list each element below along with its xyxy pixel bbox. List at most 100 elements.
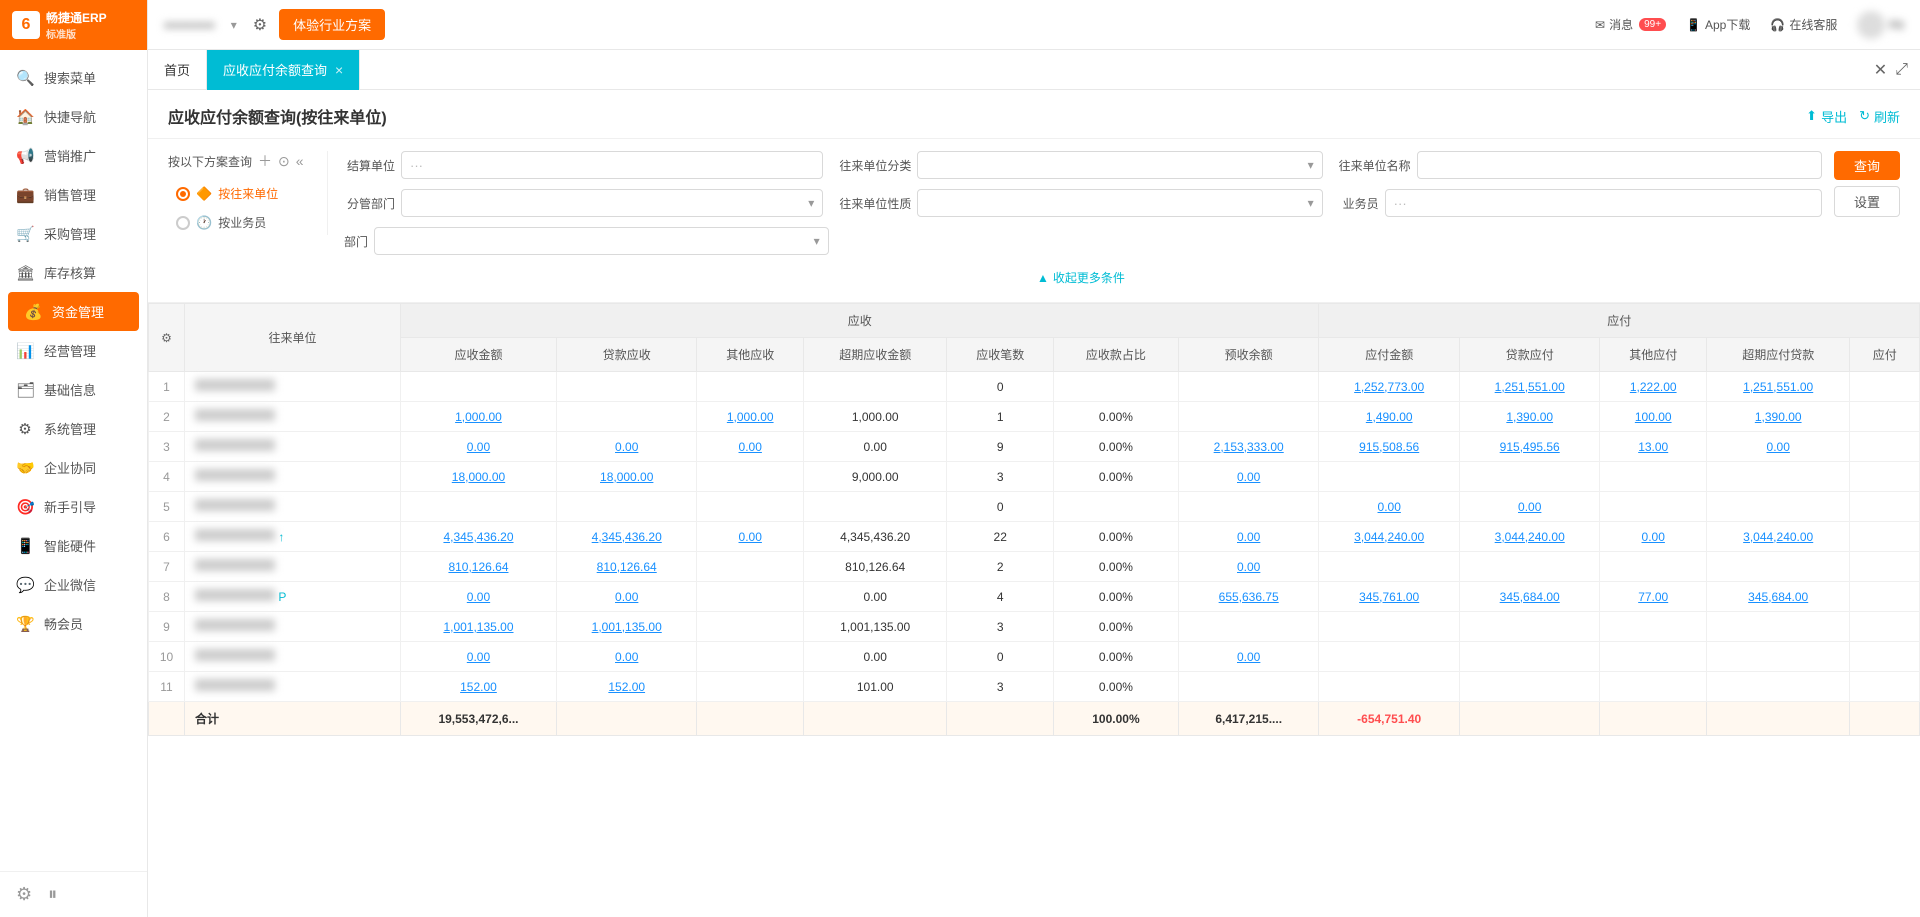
tab-close-window-icon[interactable]: ✕ bbox=[1874, 60, 1887, 80]
table-row: 21,000.001,000.001,000.0010.00%1,490.001… bbox=[149, 402, 1920, 432]
filter-scheme-header: 按以下方案查询 ＋ ⊙ « bbox=[168, 151, 315, 171]
partner-unit-col: 往来单位 bbox=[185, 304, 401, 372]
ar-amount-col: 应收金额 bbox=[401, 338, 557, 372]
settlement-input[interactable]: ··· bbox=[401, 151, 823, 179]
sidebar-item-guide[interactable]: 🎯 新手引导 bbox=[0, 487, 147, 526]
unit-nature-label: 往来单位性质 bbox=[839, 195, 911, 212]
finance-icon: 💰 bbox=[24, 303, 42, 321]
partner-unit-cell bbox=[185, 372, 401, 402]
footer-ar-other bbox=[697, 702, 803, 736]
ap-extra-col: 应付 bbox=[1850, 338, 1920, 372]
sidebar-item-hardware[interactable]: 📱 智能硬件 bbox=[0, 526, 147, 565]
sidebar-item-purchase[interactable]: 🛒 采购管理 bbox=[0, 214, 147, 253]
filter-field-salesperson: 业务员 ··· bbox=[1339, 189, 1822, 217]
inventory-icon: 🏛 bbox=[16, 264, 34, 282]
footer-label: 合计 bbox=[185, 702, 401, 736]
filter-left-panel: 按以下方案查询 ＋ ⊙ « 🔶 按往来单位 🕐 按业务员 bbox=[168, 151, 328, 235]
unit-name-input[interactable] bbox=[1417, 151, 1822, 179]
table-row: 500.000.00 bbox=[149, 492, 1920, 522]
sidebar-item-operation[interactable]: 📊 经营管理 bbox=[0, 331, 147, 370]
marketing-icon: 📢 bbox=[16, 147, 34, 165]
trial-button[interactable]: 体验行业方案 bbox=[279, 9, 385, 40]
sidebar-item-search[interactable]: 🔍 搜索菜单 bbox=[0, 58, 147, 97]
online-service-btn[interactable]: 🎧 在线客服 bbox=[1770, 16, 1837, 33]
radio-by-staff bbox=[176, 216, 190, 230]
hardware-icon: 📱 bbox=[16, 537, 34, 555]
sidebar-item-member[interactable]: 🏆 畅会员 bbox=[0, 604, 147, 643]
sidebar-item-sales[interactable]: 💼 销售管理 bbox=[0, 175, 147, 214]
payable-group-header: 应付 bbox=[1319, 304, 1920, 338]
home-icon: 🏠 bbox=[16, 108, 34, 126]
filter-field-dept: 部门 ▾ bbox=[340, 227, 829, 255]
salesperson-input[interactable]: ··· bbox=[1385, 189, 1822, 217]
filter-row-1: 结算单位 ··· 往来单位分类 ▾ bbox=[340, 151, 1822, 179]
settlement-dots: ··· bbox=[410, 158, 423, 173]
settings-footer-icon[interactable]: ⚙ bbox=[16, 884, 32, 905]
filter-field-unit-category: 往来单位分类 ▾ bbox=[839, 151, 1322, 179]
partner-unit-cell bbox=[185, 672, 401, 702]
edit-scheme-icon[interactable]: ⊙ bbox=[278, 153, 290, 170]
add-scheme-icon[interactable]: ＋ bbox=[258, 151, 272, 171]
collapse-btn[interactable]: ▲ 收起更多条件 bbox=[340, 265, 1822, 290]
page-header-actions: ⬆ 导出 ↻ 刷新 bbox=[1806, 107, 1900, 126]
topbar-chevron-icon: ▾ bbox=[231, 18, 237, 32]
app-download-btn[interactable]: 📱 App下载 bbox=[1686, 16, 1750, 33]
footer-ap-amount: -654,751.40 bbox=[1319, 702, 1460, 736]
filter-option-by-unit[interactable]: 🔶 按往来单位 bbox=[168, 181, 315, 206]
topbar-gear-icon[interactable]: ⚙ bbox=[253, 15, 267, 35]
settlement-label: 结算单位 bbox=[340, 157, 395, 174]
message-btn[interactable]: ✉ 消息 99+ bbox=[1595, 16, 1666, 33]
footer-ap-loan bbox=[1459, 702, 1600, 736]
service-icon: 🎧 bbox=[1770, 18, 1785, 32]
tab-expand-icon[interactable]: ⤢ bbox=[1895, 61, 1908, 79]
partner-unit-cell bbox=[185, 492, 401, 522]
user-avatar-btn[interactable]: Rit bbox=[1857, 11, 1904, 39]
export-button[interactable]: ⬆ 导出 bbox=[1806, 107, 1847, 126]
table-row: 6 ↑4,345,436.204,345,436.200.004,345,436… bbox=[149, 522, 1920, 552]
page-title: 应收应付余额查询(按往来单位) bbox=[168, 104, 387, 128]
tab-balance[interactable]: 应收应付余额查询 × bbox=[207, 50, 360, 90]
sidebar-item-basic[interactable]: 🗂 基础信息 bbox=[0, 370, 147, 409]
footer-ap-overdue bbox=[1706, 702, 1850, 736]
query-button[interactable]: 查询 bbox=[1834, 151, 1900, 180]
footer-empty bbox=[149, 702, 185, 736]
message-badge: 99+ bbox=[1639, 18, 1666, 31]
sales-icon: 💼 bbox=[16, 186, 34, 204]
sidebar-item-corp[interactable]: 🤝 企业协同 bbox=[0, 448, 147, 487]
guide-icon: 🎯 bbox=[16, 498, 34, 516]
ar-count-col: 应收笔数 bbox=[947, 338, 1053, 372]
username-label: Rit bbox=[1889, 18, 1904, 32]
table-row: 101,252,773.001,251,551.001,222.001,251,… bbox=[149, 372, 1920, 402]
unit-nature-select[interactable]: ▾ bbox=[917, 189, 1322, 217]
tab-close-icon[interactable]: × bbox=[335, 62, 343, 78]
sidebar-item-finance[interactable]: 💰 资金管理 bbox=[8, 292, 139, 331]
member-icon: 🏆 bbox=[16, 615, 34, 633]
sidebar-item-inventory[interactable]: 🏛 库存核算 bbox=[0, 253, 147, 292]
filter-right-panel: 结算单位 ··· 往来单位分类 ▾ bbox=[340, 151, 1822, 290]
ar-overdue-col: 超期应收金额 bbox=[803, 338, 947, 372]
collapse-footer-icon[interactable]: ⏸ bbox=[48, 884, 57, 905]
collapse-scheme-icon[interactable]: « bbox=[296, 153, 304, 169]
table-row: 30.000.000.000.0090.00%2,153,333.00915,5… bbox=[149, 432, 1920, 462]
sidebar-item-marketing[interactable]: 📢 营销推广 bbox=[0, 136, 147, 175]
wechat-icon: 💬 bbox=[16, 576, 34, 594]
table-settings-col[interactable]: ⚙ bbox=[149, 304, 185, 372]
table-row: 91,001,135.001,001,135.001,001,135.0030.… bbox=[149, 612, 1920, 642]
dept-select[interactable]: ▾ bbox=[374, 227, 829, 255]
unit-category-select[interactable]: ▾ bbox=[917, 151, 1322, 179]
footer-ar-ratio: 100.00% bbox=[1053, 702, 1178, 736]
filter-field-settlement: 结算单位 ··· bbox=[340, 151, 823, 179]
receivable-group-header: 应收 bbox=[401, 304, 1319, 338]
refresh-button[interactable]: ↻ 刷新 bbox=[1859, 107, 1900, 126]
sidebar-item-quick-nav[interactable]: 🏠 快捷导航 bbox=[0, 97, 147, 136]
sidebar-item-wechat[interactable]: 💬 企业微信 bbox=[0, 565, 147, 604]
data-table: ⚙ 往来单位 应收 应付 应收金额 贷款应收 其他应收 超期应收金额 应收笔数 … bbox=[148, 303, 1920, 736]
page-inner: 应收应付余额查询(按往来单位) ⬆ 导出 ↻ 刷新 按 bbox=[148, 90, 1920, 917]
tab-home[interactable]: 首页 bbox=[148, 50, 207, 90]
logo-text: 畅捷通ERP 标准版 bbox=[46, 9, 107, 41]
sidebar: 6 畅捷通ERP 标准版 🔍 搜索菜单 🏠 快捷导航 📢 营销推广 💼 销售管理… bbox=[0, 0, 148, 917]
filter-option-by-staff[interactable]: 🕐 按业务员 bbox=[168, 210, 315, 235]
setting-button[interactable]: 设置 bbox=[1834, 186, 1900, 217]
sidebar-item-system[interactable]: ⚙ 系统管理 bbox=[0, 409, 147, 448]
dept-manager-select[interactable]: ▾ bbox=[401, 189, 823, 217]
